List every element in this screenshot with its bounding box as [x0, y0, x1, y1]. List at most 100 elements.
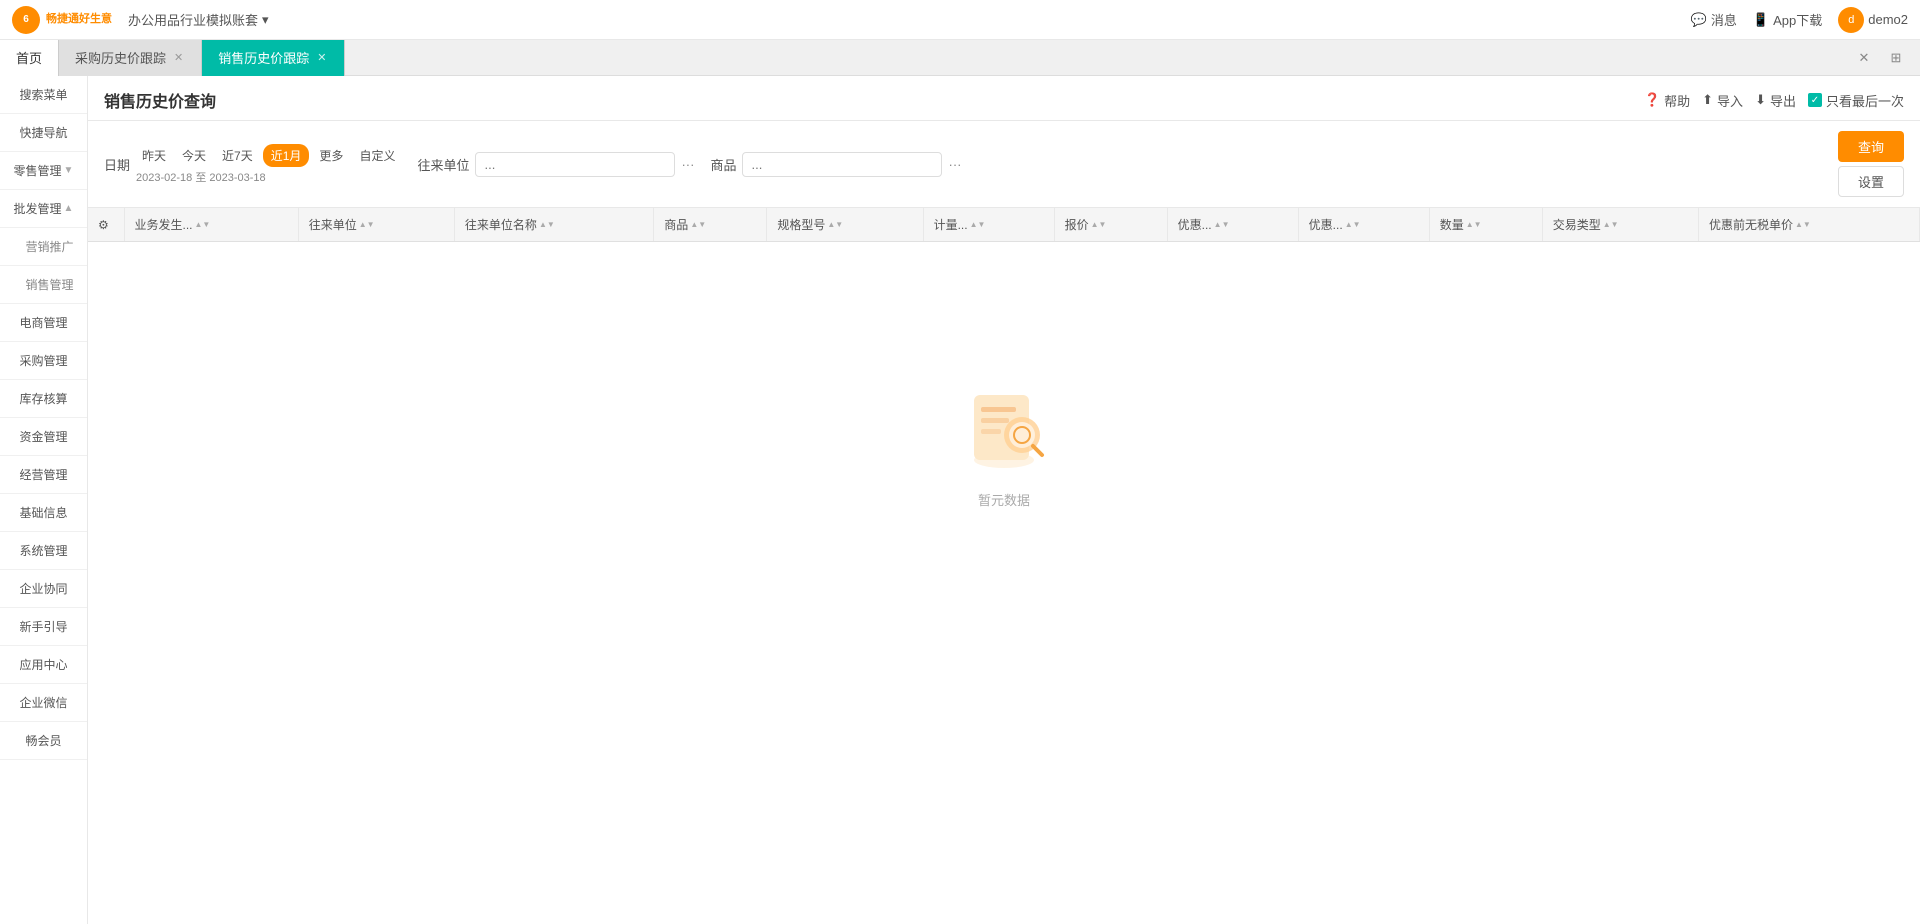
- th-discount2[interactable]: 优惠... ▲▼: [1298, 208, 1429, 242]
- th-partner-name[interactable]: 往来单位名称 ▲▼: [454, 208, 653, 242]
- message-btn[interactable]: 💬 消息: [1691, 10, 1737, 29]
- gear-icon[interactable]: ⚙: [98, 218, 109, 232]
- sort-arrows-spec: ▲▼: [827, 220, 843, 229]
- sidebar-search-menu-label: 搜索菜单: [19, 86, 67, 103]
- app-download-btn[interactable]: 📱 App下载: [1753, 10, 1822, 29]
- sidebar-item-basic-info[interactable]: 基础信息: [0, 494, 87, 532]
- th-partner-code-label: 往来单位: [309, 216, 357, 233]
- message-label: 消息: [1711, 10, 1737, 29]
- query-button[interactable]: 查询: [1838, 131, 1904, 162]
- sidebar-quick-nav-label: 快捷导航: [19, 124, 67, 141]
- sidebar-item-search-menu[interactable]: 搜索菜单: [0, 76, 87, 114]
- th-partner-code[interactable]: 往来单位 ▲▼: [298, 208, 454, 242]
- th-biz-date[interactable]: 业务发生... ▲▼: [124, 208, 298, 242]
- filter-bar: 日期 昨天 今天 近7天 近1月 更多 自定义 2023-02-18 至 202…: [88, 121, 1920, 208]
- sidebar-purchase-mgmt-label: 采购管理: [19, 352, 67, 369]
- th-product[interactable]: 商品 ▲▼: [654, 208, 767, 242]
- sidebar-app-center-label: 应用中心: [19, 656, 67, 673]
- th-biz-date-label: 业务发生...: [135, 216, 193, 233]
- th-discount2-label: 优惠...: [1309, 216, 1343, 233]
- th-unit[interactable]: 计量... ▲▼: [923, 208, 1054, 242]
- username: demo2: [1868, 12, 1908, 27]
- date-btn-today[interactable]: 今天: [176, 144, 212, 167]
- table-container: ⚙ 业务发生... ▲▼ 往来单位 ▲▼: [88, 208, 1920, 924]
- th-quoted-price[interactable]: 报价 ▲▼: [1054, 208, 1167, 242]
- tab-sales-history-close[interactable]: ✕: [315, 49, 328, 66]
- sidebar-item-sales-mgmt[interactable]: 销售管理: [0, 266, 87, 304]
- th-spec-label: 规格型号: [777, 216, 825, 233]
- date-btn-1month[interactable]: 近1月: [263, 144, 310, 167]
- sidebar-item-inventory[interactable]: 库存核算: [0, 380, 87, 418]
- th-gear: ⚙: [88, 208, 124, 242]
- sidebar-item-purchase-mgmt[interactable]: 采购管理: [0, 342, 87, 380]
- filter-actions: 查询 设置: [1838, 131, 1904, 197]
- product-filter-more[interactable]: ···: [948, 157, 961, 172]
- date-btn-7days[interactable]: 近7天: [216, 144, 259, 167]
- th-pre-tax-price-label: 优惠前无税单价: [1709, 216, 1793, 233]
- date-btn-more[interactable]: 更多: [313, 144, 349, 167]
- product-filter-group: 商品 ···: [710, 152, 961, 177]
- sort-arrows-discount1: ▲▼: [1214, 220, 1230, 229]
- message-icon: 💬: [1691, 12, 1707, 28]
- th-trade-type[interactable]: 交易类型 ▲▼: [1542, 208, 1698, 242]
- sidebar-item-operations-mgmt[interactable]: 经营管理: [0, 456, 87, 494]
- partner-filter-input[interactable]: [475, 152, 675, 177]
- sidebar-item-wholesale-mgmt[interactable]: 批发管理 ▲: [0, 190, 87, 228]
- th-quoted-price-label: 报价: [1065, 216, 1089, 233]
- app-selector[interactable]: 办公用品行业模拟账套 ▾: [120, 6, 277, 33]
- th-pre-tax-price[interactable]: 优惠前无税单价 ▲▼: [1698, 208, 1919, 242]
- th-spec[interactable]: 规格型号 ▲▼: [767, 208, 923, 242]
- th-trade-type-label: 交易类型: [1553, 216, 1601, 233]
- only-last-checkbox[interactable]: ✓: [1808, 93, 1822, 107]
- page-actions: ❓ 帮助 ⬆ 导入 ⬇ 导出 ✓ 只看最后一次: [1644, 91, 1904, 110]
- partner-filter-group: 往来单位 ···: [417, 152, 694, 177]
- date-btn-custom[interactable]: 自定义: [353, 144, 401, 167]
- sidebar-item-enterprise-collab[interactable]: 企业协同: [0, 570, 87, 608]
- table-header-row: ⚙ 业务发生... ▲▼ 往来单位 ▲▼: [88, 208, 1920, 242]
- sort-arrows-biz-date: ▲▼: [195, 220, 211, 229]
- sidebar-item-quick-nav[interactable]: 快捷导航: [0, 114, 87, 152]
- sidebar-item-ecommerce-mgmt[interactable]: 电商管理: [0, 304, 87, 342]
- logo-text: 畅捷通好生意: [46, 13, 112, 26]
- tab-close-all-btn[interactable]: ✕: [1852, 46, 1876, 70]
- settings-button[interactable]: 设置: [1838, 166, 1904, 197]
- import-btn[interactable]: ⬆ 导入: [1702, 91, 1743, 110]
- sidebar-retail-mgmt-label: 零售管理: [14, 162, 62, 179]
- tab-sales-history[interactable]: 销售历史价跟踪 ✕: [202, 40, 345, 76]
- tab-purchase-history[interactable]: 采购历史价跟踪 ✕: [59, 40, 202, 76]
- export-label: 导出: [1770, 91, 1796, 110]
- sidebar-item-app-center[interactable]: 应用中心: [0, 646, 87, 684]
- help-icon: ❓: [1644, 92, 1660, 108]
- tab-bar: 首页 采购历史价跟踪 ✕ 销售历史价跟踪 ✕ ✕ ⊞: [0, 40, 1920, 76]
- date-btn-yesterday[interactable]: 昨天: [136, 144, 172, 167]
- sidebar-item-member[interactable]: 畅会员: [0, 722, 87, 760]
- sort-arrows-quantity: ▲▼: [1466, 220, 1482, 229]
- partner-filter-more[interactable]: ···: [681, 157, 694, 172]
- only-last-checkbox-label[interactable]: ✓ 只看最后一次: [1808, 91, 1904, 110]
- th-discount1[interactable]: 优惠... ▲▼: [1167, 208, 1298, 242]
- tab-home[interactable]: 首页: [0, 40, 59, 76]
- sidebar-item-retail-mgmt[interactable]: 零售管理 ▼: [0, 152, 87, 190]
- sidebar-item-system-mgmt[interactable]: 系统管理: [0, 532, 87, 570]
- partner-filter-label: 往来单位: [417, 155, 469, 174]
- dropdown-icon: ▾: [262, 12, 269, 28]
- logo-area: 6 畅捷通好生意: [12, 6, 112, 34]
- user-area[interactable]: d demo2: [1838, 7, 1908, 33]
- date-filter-label: 日期: [104, 155, 130, 174]
- export-btn[interactable]: ⬇ 导出: [1755, 91, 1796, 110]
- sidebar-item-marketing[interactable]: 营销推广: [0, 228, 87, 266]
- date-range-display: 2023-02-18 至 2023-03-18: [136, 169, 401, 185]
- sidebar-item-beginner-guide[interactable]: 新手引导: [0, 608, 87, 646]
- sidebar-enterprise-wechat-label: 企业微信: [19, 694, 67, 711]
- sidebar-item-enterprise-wechat[interactable]: 企业微信: [0, 684, 87, 722]
- th-quantity[interactable]: 数量 ▲▼: [1429, 208, 1542, 242]
- product-filter-input[interactable]: [742, 152, 942, 177]
- help-btn[interactable]: ❓ 帮助: [1644, 91, 1690, 110]
- page-header: 销售历史价查询 ❓ 帮助 ⬆ 导入 ⬇ 导出 ✓ 只看最后一次: [88, 76, 1920, 121]
- tab-maximize-btn[interactable]: ⊞: [1884, 46, 1908, 70]
- sidebar-item-finance-mgmt[interactable]: 资金管理: [0, 418, 87, 456]
- content-area: 销售历史价查询 ❓ 帮助 ⬆ 导入 ⬇ 导出 ✓ 只看最后一次: [88, 76, 1920, 924]
- top-bar-right: 💬 消息 📱 App下载 d demo2: [1691, 7, 1908, 33]
- help-label: 帮助: [1664, 91, 1690, 110]
- tab-purchase-history-close[interactable]: ✕: [172, 49, 185, 66]
